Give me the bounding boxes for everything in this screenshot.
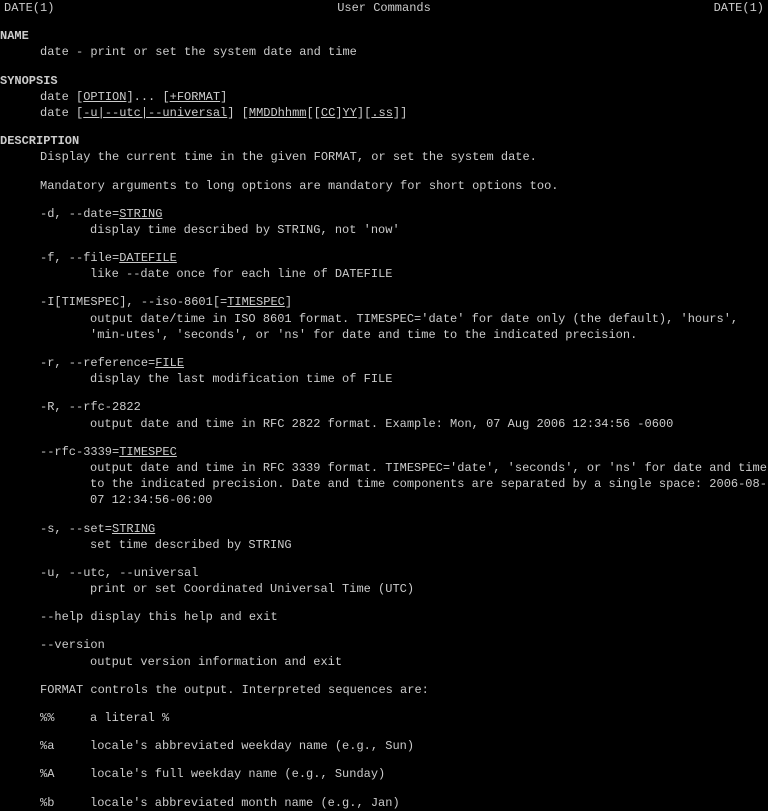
option-s-arg: STRING <box>112 522 155 536</box>
format-seq-A: %Alocale's full weekday name (e.g., Sund… <box>0 766 768 782</box>
option-r-flag: -r, --reference= <box>40 356 155 370</box>
synopsis-text: date [ <box>40 90 83 104</box>
option-version-body: output version information and exit <box>0 654 768 670</box>
format-key: %% <box>40 710 90 726</box>
synopsis-text: ][ <box>357 106 371 120</box>
name-line: date - print or set the system date and … <box>0 44 768 60</box>
format-desc: locale's abbreviated month name (e.g., J… <box>90 796 400 810</box>
format-desc: locale's abbreviated weekday name (e.g.,… <box>90 739 414 753</box>
option-s-body: set time described by STRING <box>0 537 768 553</box>
format-seq-b: %blocale's abbreviated month name (e.g.,… <box>0 795 768 811</box>
option-f-body-text: like <box>90 267 126 281</box>
option-I-flag: -I[TIMESPEC], --iso-8601[= <box>40 295 227 309</box>
option-u-body: print or set Coordinated Universal Time … <box>0 581 768 597</box>
format-seq-a: %alocale's abbreviated weekday name (e.g… <box>0 738 768 754</box>
header-center: User Commands <box>0 0 768 16</box>
synopsis-text: date [ <box>40 106 83 120</box>
synopsis-yy-arg: YY <box>343 106 357 120</box>
synopsis-utc-arg: -u|--utc|--universal <box>83 106 227 120</box>
format-desc: a literal % <box>90 711 169 725</box>
synopsis-mmdd-arg: MDDhhmm <box>256 106 306 120</box>
option-rfc3339-arg: TIMESPEC <box>119 445 177 459</box>
option-d: -d, --date=STRING <box>0 206 768 222</box>
option-f: -f, --file=DATEFILE <box>0 250 768 266</box>
option-s-flag: -s, --set= <box>40 522 112 536</box>
format-seq-percent: %%a literal % <box>0 710 768 726</box>
synopsis-text: ] <box>220 90 227 104</box>
synopsis-text: ]... [ <box>126 90 169 104</box>
synopsis-text: ] [ <box>227 106 249 120</box>
option-f-arg: DATEFILE <box>119 251 177 265</box>
option-rfc3339: --rfc-3339=TIMESPEC <box>0 444 768 460</box>
format-key: %b <box>40 795 90 811</box>
desc-intro-2: Mandatory arguments to long options are … <box>0 178 768 194</box>
option-d-body: display time described by STRING, not 'n… <box>0 222 768 238</box>
section-description: DESCRIPTION <box>0 133 768 149</box>
manpage-header: DATE(1) User Commands DATE(1) <box>0 0 768 16</box>
desc-intro-1: Display the current time in the given FO… <box>0 149 768 165</box>
section-synopsis: SYNOPSIS <box>0 73 768 89</box>
synopsis-ss-arg: .ss <box>371 106 393 120</box>
option-I: -I[TIMESPEC], --iso-8601[=TIMESPEC] <box>0 294 768 310</box>
option-f-flag: -f, --file= <box>40 251 119 265</box>
synopsis-text: [[ <box>306 106 320 120</box>
option-d-flag: -d, --date= <box>40 207 119 221</box>
option-f-body-flag: --date <box>126 267 169 281</box>
synopsis-mmdd-arg: M <box>249 106 256 120</box>
option-help-body: display this help and exit <box>83 610 277 624</box>
format-key: %A <box>40 766 90 782</box>
option-I-body: output date/time in ISO 8601 format. TIM… <box>0 311 768 343</box>
option-rfc3339-flag: --rfc-3339= <box>40 445 119 459</box>
format-intro: FORMAT controls the output. Interpreted … <box>0 682 768 698</box>
option-R-flag: -R, --rfc-2822 <box>0 399 768 415</box>
option-r-arg: FILE <box>155 356 184 370</box>
option-r: -r, --reference=FILE <box>0 355 768 371</box>
option-f-body-text: once for each line of DATEFILE <box>169 267 392 281</box>
option-d-arg: STRING <box>119 207 162 221</box>
option-I-arg: TIMESPEC <box>227 295 285 309</box>
format-desc: locale's full weekday name (e.g., Sunday… <box>90 767 385 781</box>
option-help-flag: --help <box>40 610 83 624</box>
option-f-body: like --date once for each line of DATEFI… <box>0 266 768 282</box>
option-r-body: display the last modification time of FI… <box>0 371 768 387</box>
synopsis-option-arg: OPTION <box>83 90 126 104</box>
synopsis-line-2: date [-u|--utc|--universal] [MMDDhhmm[[C… <box>0 105 768 121</box>
synopsis-format-arg: +FORMAT <box>170 90 220 104</box>
synopsis-text: ] <box>335 106 342 120</box>
synopsis-text: ]] <box>393 106 407 120</box>
option-R-body: output date and time in RFC 2822 format.… <box>0 416 768 432</box>
section-name: NAME <box>0 28 768 44</box>
option-I-flag-tail: ] <box>285 295 292 309</box>
option-version-flag: --version <box>0 637 768 653</box>
synopsis-line-1: date [OPTION]... [+FORMAT] <box>0 89 768 105</box>
option-u-flag: -u, --utc, --universal <box>0 565 768 581</box>
option-rfc3339-body: output date and time in RFC 3339 format.… <box>0 460 768 509</box>
option-s: -s, --set=STRING <box>0 521 768 537</box>
format-key: %a <box>40 738 90 754</box>
synopsis-cc-arg: CC <box>321 106 335 120</box>
option-help: --help display this help and exit <box>0 609 768 625</box>
